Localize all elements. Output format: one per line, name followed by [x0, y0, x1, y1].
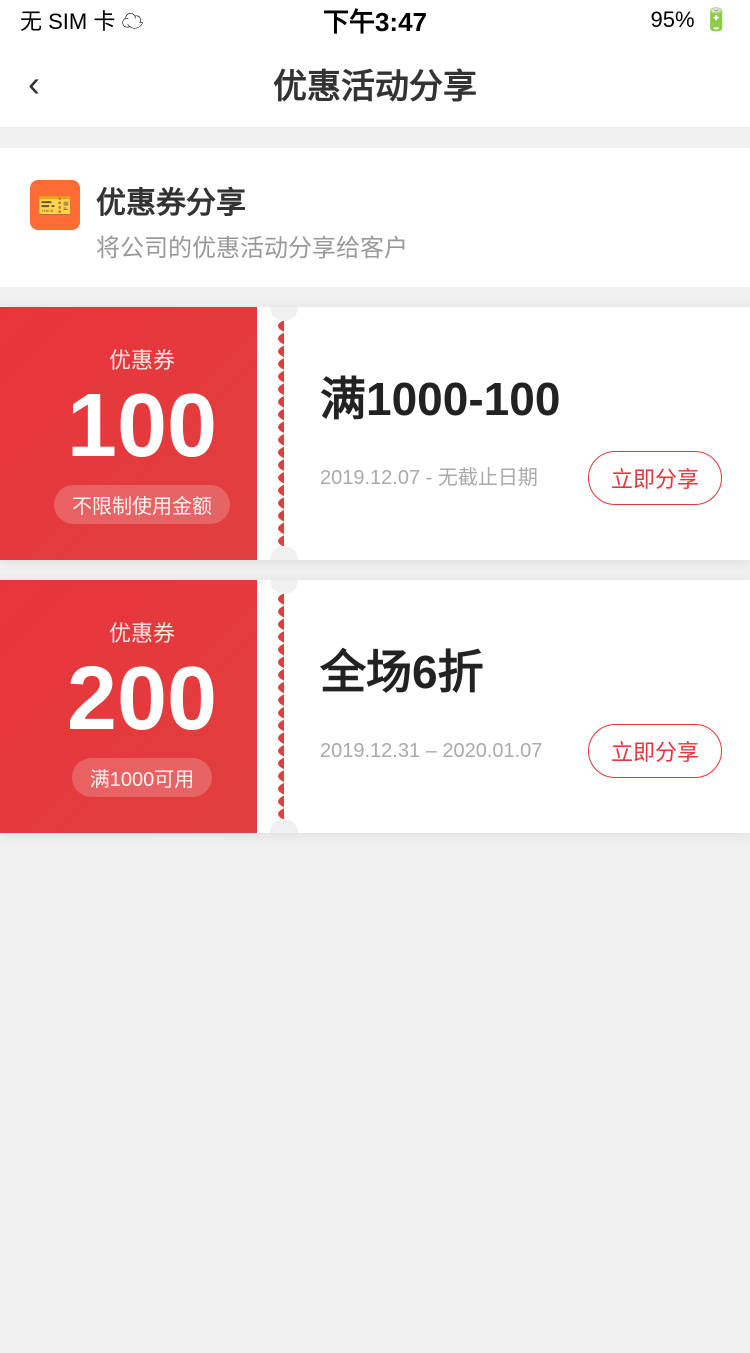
- coupon-left-0: 优惠券 100 不限制使用金额: [0, 307, 284, 560]
- coupon-date-1: 2019.12.31 – 2020.01.07: [320, 737, 578, 765]
- status-bar: 无 SIM 卡 ☁ 下午3:47 95% 🔋: [0, 0, 750, 40]
- coupon-right-1: 全场6折 2019.12.31 – 2020.01.07 立即分享: [284, 580, 750, 833]
- coupon-label-0: 优惠券: [109, 343, 175, 375]
- coupon-date-0: 2019.12.07 - 无截止日期: [320, 464, 578, 492]
- nav-bar: ‹ 优惠活动分享: [0, 40, 750, 128]
- section-subtitle: 将公司的优惠活动分享给客户: [96, 228, 408, 263]
- battery-icon: 🔋: [703, 7, 730, 33]
- status-left: 无 SIM 卡 ☁: [20, 4, 143, 36]
- coupon-label-1: 优惠券: [109, 616, 175, 648]
- coupon-title-0: 满1000-100: [320, 363, 722, 429]
- back-button[interactable]: ‹: [28, 63, 40, 105]
- signal-text: 无 SIM 卡 ☁: [20, 4, 143, 36]
- coupon-list: 优惠券 100 不限制使用金额 满1000-100 2019.12.07 - 无…: [0, 307, 750, 853]
- page-title: 优惠活动分享: [273, 59, 477, 108]
- section-header: 🎫 优惠券分享 将公司的优惠活动分享给客户: [0, 148, 750, 287]
- section-text: 优惠券分享 将公司的优惠活动分享给客户: [96, 178, 408, 263]
- coupon-edge-1: [257, 580, 285, 833]
- section-icon: 🎫: [30, 180, 80, 230]
- coupon-edge-0: [257, 307, 285, 560]
- coupon-title-1: 全场6折: [320, 636, 722, 702]
- coupon-condition-1: 满1000可用: [72, 758, 213, 797]
- coupon-amount-1: 200: [67, 654, 217, 744]
- battery-text: 95%: [651, 7, 695, 33]
- share-button-0[interactable]: 立即分享: [588, 451, 722, 505]
- coupon-card-1: 优惠券 200 满1000可用 全场6折 2019.12.31 – 2020.0…: [0, 580, 750, 833]
- coupon-card-0: 优惠券 100 不限制使用金额 满1000-100 2019.12.07 - 无…: [0, 307, 750, 560]
- coupon-amount-0: 100: [67, 381, 217, 471]
- coupon-condition-0: 不限制使用金额: [54, 485, 230, 524]
- status-right: 95% 🔋: [651, 7, 730, 33]
- empty-area: [0, 853, 750, 1353]
- coupon-left-1: 优惠券 200 满1000可用: [0, 580, 284, 833]
- share-button-1[interactable]: 立即分享: [588, 724, 722, 778]
- coupon-right-0: 满1000-100 2019.12.07 - 无截止日期 立即分享: [284, 307, 750, 560]
- coupon-icon: 🎫: [38, 189, 73, 222]
- status-time: 下午3:47: [323, 2, 427, 39]
- section-title: 优惠券分享: [96, 178, 408, 222]
